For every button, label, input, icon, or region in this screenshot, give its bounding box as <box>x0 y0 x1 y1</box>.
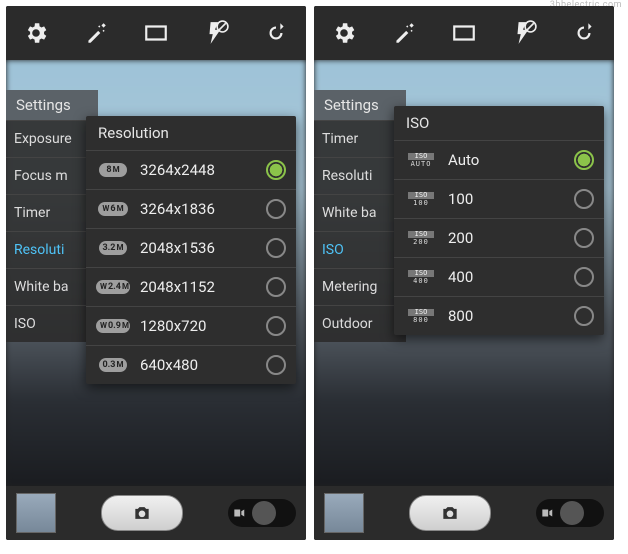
resolution-option[interactable]: 0.3 640x480 <box>86 345 296 384</box>
rect-icon[interactable] <box>142 19 170 47</box>
option-label: 100 <box>448 190 568 208</box>
radio-icon <box>574 306 594 326</box>
switch-camera-icon[interactable] <box>570 19 598 47</box>
resolution-option[interactable]: 8 3264x2448 <box>86 150 296 189</box>
megapixel-badge: 2.4 <box>96 280 130 294</box>
iso-badge: ISO100 <box>408 192 434 207</box>
settings-item[interactable]: Timer <box>314 120 406 157</box>
megapixel-badge: 0.9 <box>96 319 130 333</box>
camera-toolbar <box>6 6 306 60</box>
mode-toggle[interactable] <box>536 499 604 527</box>
settings-header: Settings <box>6 90 98 120</box>
resolution-option[interactable]: 2.4 2048x1152 <box>86 267 296 306</box>
popup-title: ISO <box>394 106 604 140</box>
settings-item[interactable]: Resoluti <box>6 231 98 268</box>
iso-popup: ISO ISOAUTO Auto ISO100 100 ISO200 200 ISO400 4… <box>394 106 604 335</box>
settings-header: Settings <box>314 90 406 120</box>
flash-off-icon[interactable] <box>202 19 230 47</box>
camera-bottombar <box>6 486 306 540</box>
settings-item[interactable]: ISO <box>6 305 98 342</box>
radio-icon <box>574 228 594 248</box>
option-label: 2048x1536 <box>140 239 260 257</box>
settings-item[interactable]: White ba <box>314 194 406 231</box>
option-label: 400 <box>448 268 568 286</box>
iso-option[interactable]: ISOAUTO Auto <box>394 140 604 179</box>
rect-icon[interactable] <box>450 19 478 47</box>
radio-icon <box>266 160 286 180</box>
toggle-knob <box>560 501 584 525</box>
video-icon <box>232 506 246 520</box>
settings-item[interactable]: Timer <box>6 194 98 231</box>
option-label: 640x480 <box>140 356 260 374</box>
option-label: 1280x720 <box>140 317 260 335</box>
gallery-thumbnail[interactable] <box>324 493 364 533</box>
settings-item[interactable]: Focus m <box>6 157 98 194</box>
settings-item[interactable]: Resoluti <box>314 157 406 194</box>
iso-badge: ISO800 <box>408 309 434 324</box>
megapixel-badge: 0.3 <box>99 358 128 372</box>
phone-right: Settings TimerResolutiWhite baISOMeterin… <box>314 6 614 540</box>
resolution-option[interactable]: 0.9 1280x720 <box>86 306 296 345</box>
gallery-thumbnail[interactable] <box>16 493 56 533</box>
mode-toggle[interactable] <box>228 499 296 527</box>
gear-icon[interactable] <box>22 19 50 47</box>
toggle-knob <box>252 501 276 525</box>
camera-toolbar <box>314 6 614 60</box>
megapixel-badge: 6 <box>98 202 127 216</box>
radio-icon <box>266 355 286 375</box>
radio-icon <box>574 150 594 170</box>
settings-item[interactable]: Metering <box>314 268 406 305</box>
shutter-button[interactable] <box>409 495 491 531</box>
camera-bottombar <box>314 486 614 540</box>
option-label: 3264x1836 <box>140 200 260 218</box>
radio-icon <box>574 267 594 287</box>
settings-item[interactable]: White ba <box>6 268 98 305</box>
option-label: 3264x2448 <box>140 161 260 179</box>
option-label: 800 <box>448 307 568 325</box>
shutter-button[interactable] <box>101 495 183 531</box>
iso-option[interactable]: ISO200 200 <box>394 218 604 257</box>
option-label: Auto <box>448 151 568 169</box>
megapixel-badge: 8 <box>99 163 127 177</box>
wand-icon[interactable] <box>82 19 110 47</box>
wand-icon[interactable] <box>390 19 418 47</box>
resolution-popup: Resolution 8 3264x2448 6 3264x1836 3.2 2048x1… <box>86 116 296 384</box>
settings-item[interactable]: Exposure <box>6 120 98 157</box>
popup-title: Resolution <box>86 116 296 150</box>
flash-off-icon[interactable] <box>510 19 538 47</box>
settings-item[interactable]: ISO <box>314 231 406 268</box>
iso-badge: ISO200 <box>408 231 434 246</box>
settings-sheet: Settings ExposureFocus mTimerResolutiWhi… <box>6 90 98 342</box>
radio-icon <box>574 189 594 209</box>
radio-icon <box>266 199 286 219</box>
option-label: 200 <box>448 229 568 247</box>
settings-sheet: Settings TimerResolutiWhite baISOMeterin… <box>314 90 406 342</box>
switch-camera-icon[interactable] <box>262 19 290 47</box>
radio-icon <box>266 277 286 297</box>
iso-option[interactable]: ISO400 400 <box>394 257 604 296</box>
megapixel-badge: 3.2 <box>99 241 128 255</box>
iso-badge: ISOAUTO <box>408 153 434 168</box>
iso-badge: ISO400 <box>408 270 434 285</box>
settings-item[interactable]: Outdoor <box>314 305 406 342</box>
iso-option[interactable]: ISO800 800 <box>394 296 604 335</box>
radio-icon <box>266 316 286 336</box>
iso-option[interactable]: ISO100 100 <box>394 179 604 218</box>
resolution-option[interactable]: 3.2 2048x1536 <box>86 228 296 267</box>
phone-left: Settings ExposureFocus mTimerResolutiWhi… <box>6 6 306 540</box>
gear-icon[interactable] <box>330 19 358 47</box>
option-label: 2048x1152 <box>140 278 260 296</box>
resolution-option[interactable]: 6 3264x1836 <box>86 189 296 228</box>
radio-icon <box>266 238 286 258</box>
video-icon <box>540 506 554 520</box>
